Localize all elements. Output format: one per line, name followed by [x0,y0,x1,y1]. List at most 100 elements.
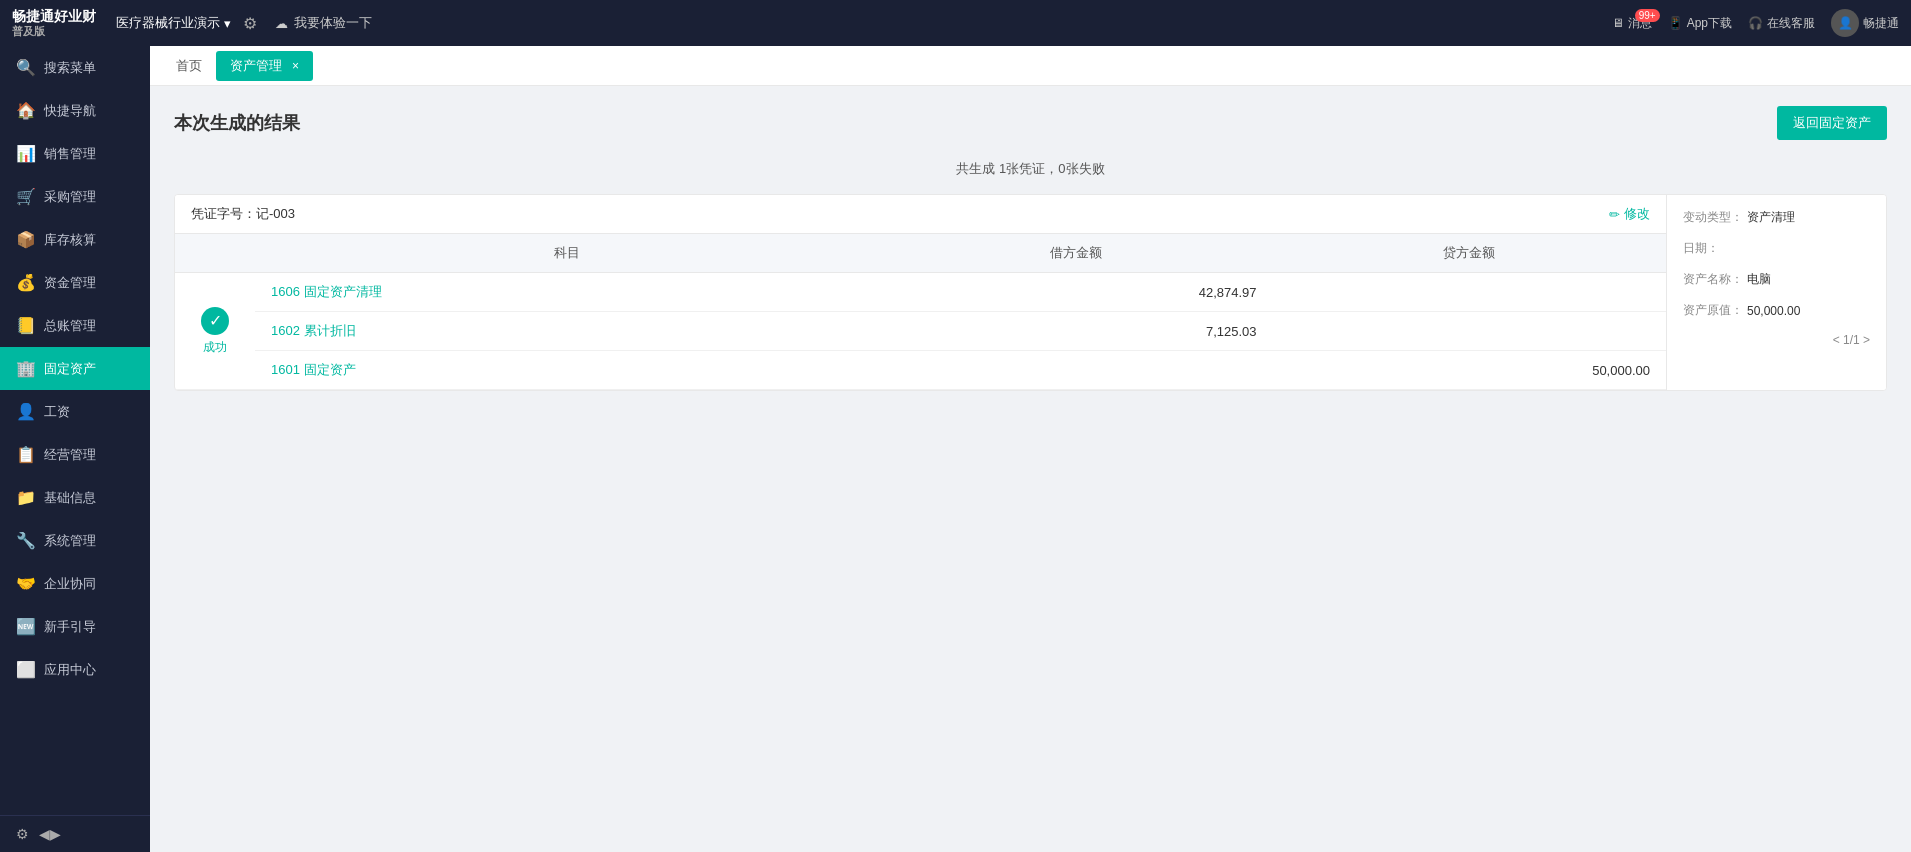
settings-icon[interactable]: ⚙ [16,826,29,842]
sidebar-item-purchase[interactable]: 🛒采购管理 [0,175,150,218]
content-area: 首页 资产管理 × 本次生成的结果 返回固定资产 共生成 1张凭证，0张失败 [150,46,1911,852]
sidebar-item-label: 应用中心 [44,661,96,679]
cloud-icon: ☁ [275,16,288,31]
sidebar-item-label: 工资 [44,403,70,421]
avatar: 👤 [1831,9,1859,37]
sidebar-item-payroll[interactable]: 👤工资 [0,390,150,433]
subject-cell: 1602 累计折旧 [255,312,879,351]
app-center-icon: ⬜ [16,660,34,679]
inventory-icon: 📦 [16,230,34,249]
asset-value-label: 资产原值： [1683,302,1743,319]
sidebar-item-quick-nav[interactable]: 🏠快捷导航 [0,89,150,132]
voucher-header: 凭证字号：记-003 ✏ 修改 [175,195,1666,234]
sidebar-item-search[interactable]: 🔍搜索菜单 [0,46,150,89]
sidebar-item-label: 销售管理 [44,145,96,163]
debit-cell: 42,874.97 [879,273,1272,312]
tab-close-btn[interactable]: × [292,59,299,73]
credit-cell [1273,312,1666,351]
top-bar: 畅捷通好业财 普及版 医疗器械行业演示 ▾ ⚙ ☁ 我要体验一下 🖥 消息 99… [0,0,1911,46]
sidebar-item-label: 快捷导航 [44,102,96,120]
chevron-down-icon: ▾ [224,16,231,31]
tab-bar: 首页 资产管理 × [150,46,1911,86]
brand-logo: 畅捷通好业财 普及版 [12,8,96,38]
sidebar-item-label: 新手引导 [44,618,96,636]
table-row: 1601 固定资产50,000.00 [175,351,1666,390]
voucher-panel: 凭证字号：记-003 ✏ 修改 科目 借方金额 [174,194,1887,391]
subject-col-header: 科目 [255,234,879,273]
system-icon: 🔧 [16,531,34,550]
sidebar-item-fixed-assets[interactable]: 🏢固定资产 [0,347,150,390]
return-fixed-assets-button[interactable]: 返回固定资产 [1777,106,1887,140]
asset-name-row: 资产名称： 电脑 [1683,271,1870,288]
enterprise-icon: 🤝 [16,574,34,593]
debit-cell: 7,125.03 [879,312,1272,351]
subject-cell: 1606 固定资产清理 [255,273,879,312]
side-info-panel: 变动类型： 资产清理 日期： 资产名称： 电脑 资产原值： 50,000.00 [1666,195,1886,390]
main-layout: 🔍搜索菜单🏠快捷导航📊销售管理🛒采购管理 📦 库存核算 💰资金管理 📒 总账管理 🏢固定资产… [0,46,1911,852]
message-btn[interactable]: 🖥 消息 99+ [1612,15,1652,32]
sidebar-item-sales[interactable]: 📊销售管理 [0,132,150,175]
purchase-icon: 🛒 [16,187,34,206]
status-col-header [175,234,255,273]
summary-bar: 共生成 1张凭证，0张失败 [174,160,1887,178]
sidebar-item-guide[interactable]: 🆕 新手引导 [0,605,150,648]
tab-home[interactable]: 首页 [166,49,212,83]
sidebar-item-system[interactable]: 🔧 系统管理 [0,519,150,562]
edit-button[interactable]: ✏ 修改 [1609,205,1650,223]
table-row: 1602 累计折旧7,125.03 [175,312,1666,351]
credit-col-header: 贷方金额 [1273,234,1666,273]
sidebar-item-operations[interactable]: 📋 经营管理 [0,433,150,476]
sidebar-item-label: 库存核算 [44,231,96,249]
customer-service-btn[interactable]: 🎧 在线客服 [1748,15,1815,32]
company-selector[interactable]: 医疗器械行业演示 ▾ [116,14,231,32]
capital-icon: 💰 [16,273,34,292]
operations-icon: 📋 [16,445,34,464]
sidebar-item-inventory[interactable]: 📦 库存核算 [0,218,150,261]
sidebar-item-enterprise[interactable]: 🤝 企业协同 [0,562,150,605]
tab-asset-management[interactable]: 资产管理 × [216,51,313,81]
change-type-value: 资产清理 [1747,209,1795,226]
debit-col-header: 借方金额 [879,234,1272,273]
sidebar-item-label: 企业协同 [44,575,96,593]
voucher-number: 凭证字号：记-003 [191,205,295,223]
table-row: ✓成功1606 固定资产清理42,874.97 [175,273,1666,312]
pagination[interactable]: < 1/1 > [1683,333,1870,347]
sidebar-item-basic-info[interactable]: 📁基础信息 [0,476,150,519]
app-download-btn[interactable]: 📱 App下载 [1668,15,1732,32]
page-content: 本次生成的结果 返回固定资产 共生成 1张凭证，0张失败 凭证字号：记-003 … [150,86,1911,852]
change-type-row: 变动类型： 资产清理 [1683,209,1870,226]
user-area[interactable]: 👤 畅捷通 [1831,9,1899,37]
guide-icon: 🆕 [16,617,34,636]
subject-cell: 1601 固定资产 [255,351,879,390]
general-ledger-icon: 📒 [16,316,34,335]
tab-label: 资产管理 [230,57,282,75]
try-button[interactable]: ☁ 我要体验一下 [275,14,372,32]
sidebar-item-app-center[interactable]: ⬜ 应用中心 [0,648,150,691]
change-type-label: 变动类型： [1683,209,1743,226]
credit-cell [1273,273,1666,312]
sidebar-item-label: 经营管理 [44,446,96,464]
message-icon: 🖥 [1612,16,1624,30]
collapse-icon[interactable]: ◀▶ [39,826,61,842]
sidebar: 🔍搜索菜单🏠快捷导航📊销售管理🛒采购管理 📦 库存核算 💰资金管理 📒 总账管理 🏢固定资产… [0,46,150,852]
company-name: 医疗器械行业演示 [116,14,220,32]
date-label: 日期： [1683,240,1743,257]
gear-icon[interactable]: ⚙ [243,14,257,33]
brand-sub: 普及版 [12,25,96,38]
phone-icon: 📱 [1668,16,1683,30]
top-bar-right: 🖥 消息 99+ 📱 App下载 🎧 在线客服 👤 畅捷通 [1612,9,1899,37]
sidebar-item-label: 系统管理 [44,532,96,550]
voucher-table: 科目 借方金额 贷方金额 ✓成功1606 固定资产清理42,874.971602… [175,234,1666,390]
edit-icon: ✏ [1609,207,1620,222]
asset-value-row: 资产原值： 50,000.00 [1683,302,1870,319]
sidebar-item-label: 总账管理 [44,317,96,335]
top-bar-mid: 医疗器械行业演示 ▾ ⚙ ☁ 我要体验一下 [96,14,1612,33]
sidebar-item-general-ledger[interactable]: 📒 总账管理 [0,304,150,347]
asset-name-value: 电脑 [1747,271,1771,288]
sidebar-item-capital[interactable]: 💰资金管理 [0,261,150,304]
fixed-assets-icon: 🏢 [16,359,34,378]
status-cell: ✓成功 [175,273,255,390]
sidebar-bottom: ⚙ ◀▶ [0,815,150,852]
asset-value-value: 50,000.00 [1747,304,1800,318]
page-title-row: 本次生成的结果 返回固定资产 [174,106,1887,140]
